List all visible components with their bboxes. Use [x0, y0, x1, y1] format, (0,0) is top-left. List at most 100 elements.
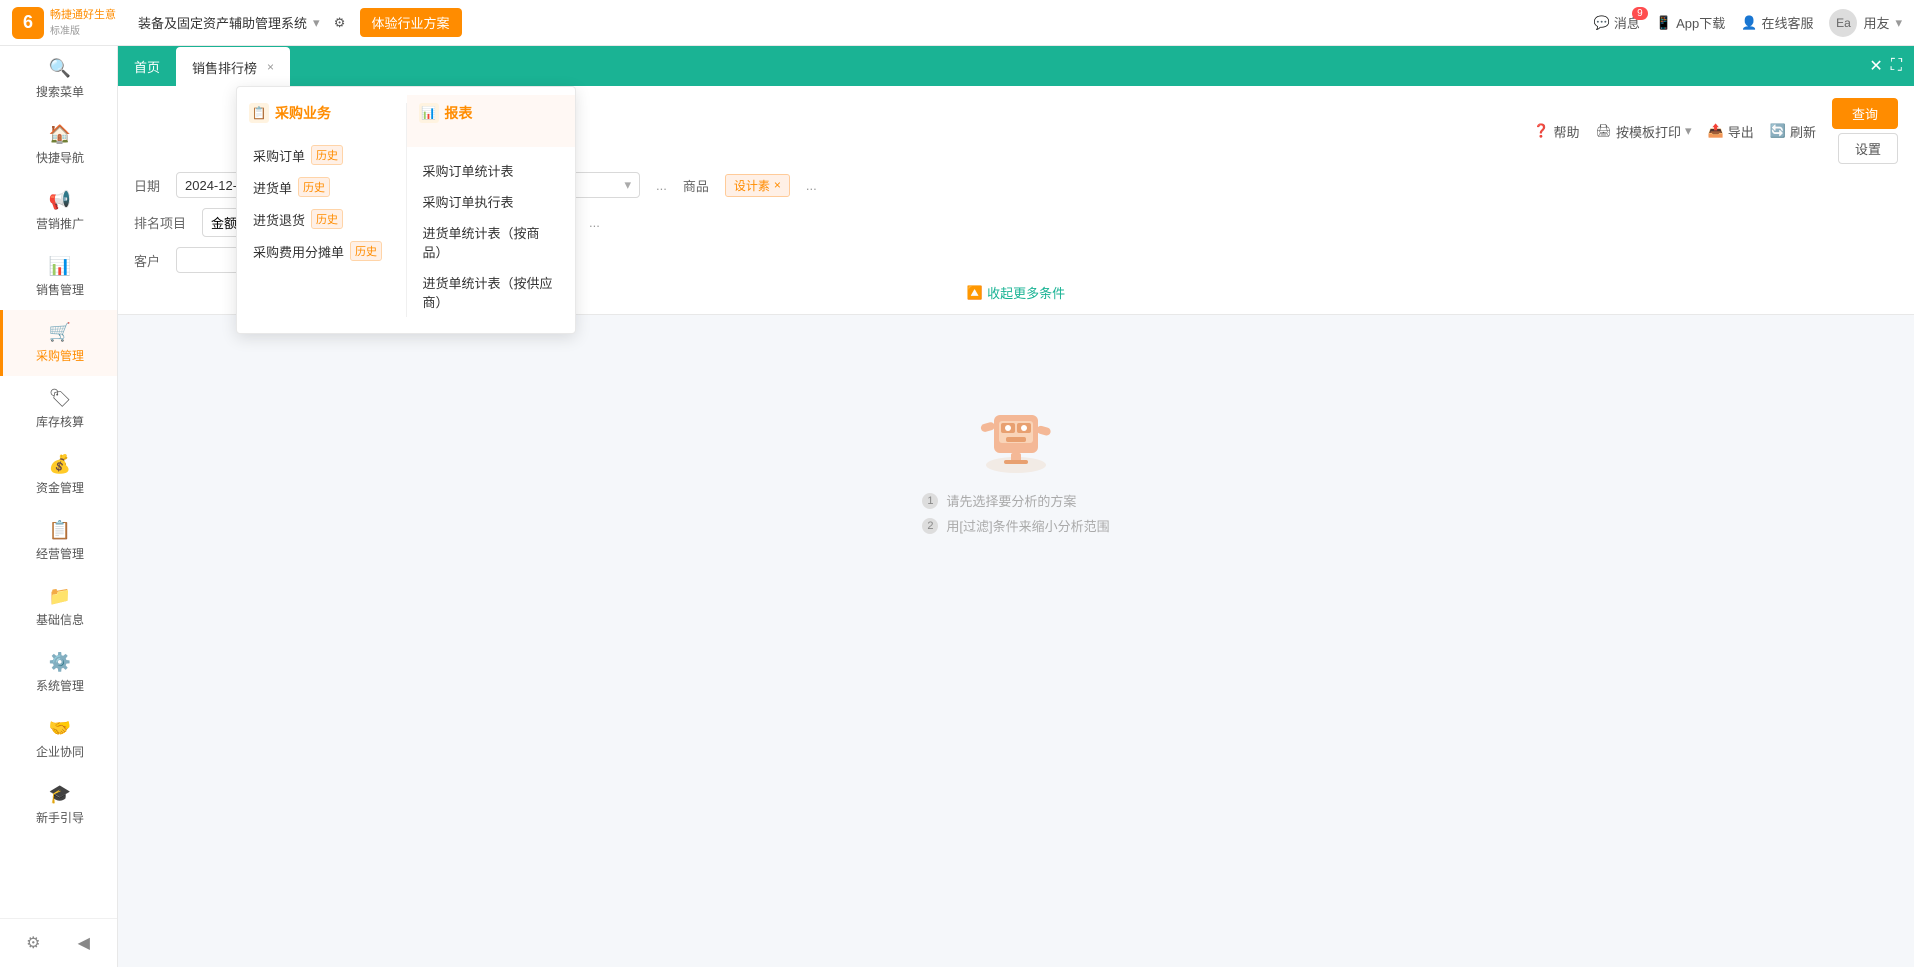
close-window-icon[interactable]: ✕ — [1869, 56, 1882, 76]
report-col-label: 报表 — [445, 103, 473, 123]
sidebar-item-guide[interactable]: 🎓 新手引导 — [0, 772, 117, 838]
user-area[interactable]: Ea 用友 ▾ — [1829, 9, 1902, 37]
sidebar-item-search[interactable]: 🔍 搜索菜单 — [0, 46, 117, 112]
online-service-label: 在线客服 — [1761, 13, 1813, 32]
report-3-label: 进货单统计表（按商品） — [423, 223, 560, 261]
dropdown-report-2[interactable]: 采购订单执行表 — [419, 186, 564, 217]
settings-btn[interactable]: 设置 — [1838, 133, 1898, 164]
empty-tip-1: 1 请先选择要分析的方案 — [922, 491, 1109, 510]
inventory-icon: 🏷 — [49, 388, 72, 409]
tip-text-1: 请先选择要分析的方案 — [946, 491, 1076, 510]
goods-tag-close[interactable]: × — [774, 178, 781, 192]
sidebar-label-system: 系统管理 — [36, 677, 84, 694]
print-label: 按模板打印 — [1616, 122, 1681, 141]
report-col: 📊 报表 采购订单统计表 采购订单执行表 进货单统计表（按商品） 进货单 — [407, 95, 576, 325]
sidebar-label-purchase: 采购管理 — [36, 347, 84, 364]
tab-home[interactable]: 首页 — [118, 46, 176, 86]
sidebar-item-quick-nav[interactable]: 🏠 快捷导航 — [0, 112, 117, 178]
sidebar-bottom: ⚙ ◀ — [0, 918, 117, 967]
basic-icon: 📁 — [49, 586, 71, 607]
doc-status-dots[interactable]: ... — [656, 178, 667, 193]
sidebar-collapse-btn[interactable]: ◀ — [68, 927, 100, 959]
report-col-title: 📊 报表 — [419, 103, 564, 129]
dropdown-report-1[interactable]: 采购订单统计表 — [419, 155, 564, 186]
sidebar-item-finance[interactable]: 💰 资金管理 — [0, 442, 117, 508]
sidebar-item-system[interactable]: ⚙️ 系统管理 — [0, 640, 117, 706]
dropdown-receipt[interactable]: 进货单 历史 — [249, 171, 394, 203]
home-icon: 🏠 — [49, 124, 71, 145]
cooperation-icon: 🤝 — [49, 718, 71, 739]
sidebar-settings-btn[interactable]: ⚙ — [17, 927, 49, 959]
sidebar-item-purchase[interactable]: 🛒 采购管理 — [0, 310, 117, 376]
tab-sales-rank[interactable]: 销售排行榜 × — [176, 47, 290, 87]
sidebar-item-operations[interactable]: 📋 经营管理 — [0, 508, 117, 574]
customer-label: 客户 — [134, 251, 160, 270]
empty-state: 1 请先选择要分析的方案 2 用[过滤]条件来缩小分析范围 — [118, 315, 1914, 621]
export-btn[interactable]: 📤 导出 — [1708, 122, 1754, 141]
goods-tag-text: 设计素 — [734, 177, 770, 194]
print-icon: 🖨 — [1596, 123, 1613, 139]
empty-tip-2: 2 用[过滤]条件来缩小分析范围 — [922, 516, 1109, 535]
marketing-icon: 📢 — [49, 190, 71, 211]
print-btn[interactable]: 🖨 按模板打印 ▾ — [1596, 122, 1692, 141]
sidebar-item-sales[interactable]: 📊 销售管理 — [0, 244, 117, 310]
logo-text-area: 畅捷通好生意 标准版 — [50, 8, 116, 37]
receipt-history: 历史 — [298, 177, 330, 197]
dropdown-purchase-order[interactable]: 采购订单 历史 — [249, 139, 394, 171]
expense-label: 采购费用分摊单 — [253, 242, 344, 261]
purchase-col-title: 📋 采购业务 — [249, 103, 394, 129]
sidebar-item-basic[interactable]: 📁 基础信息 — [0, 574, 117, 640]
header-actions: 💬 消息 9 📱 App下载 👤 在线客服 Ea 用友 ▾ — [1594, 9, 1902, 37]
sidebar-label-inventory: 库存核算 — [36, 413, 84, 430]
collapse-label: 收起更多条件 — [987, 283, 1065, 302]
dropdown-expense[interactable]: 采购费用分摊单 历史 — [249, 235, 394, 267]
goods-dots[interactable]: ... — [806, 178, 817, 193]
sidebar: 🔍 搜索菜单 🏠 快捷导航 📢 营销推广 📊 销售管理 🛒 采购管理 🏷 库存核… — [0, 46, 118, 967]
user-avatar: Ea — [1829, 9, 1857, 37]
dropdown-report-3[interactable]: 进货单统计表（按商品） — [419, 217, 564, 267]
purchase-col-label: 采购业务 — [275, 103, 331, 123]
sidebar-item-cooperation[interactable]: 🤝 企业协同 — [0, 706, 117, 772]
export-label: 导出 — [1728, 122, 1754, 141]
purchase-col: 📋 采购业务 采购订单 历史 进货单 历史 进货退货 历史 — [237, 95, 406, 325]
refresh-btn[interactable]: 🔄 刷新 — [1770, 122, 1816, 141]
sidebar-label-search: 搜索菜单 — [36, 83, 84, 100]
query-btn[interactable]: 查询 — [1832, 98, 1898, 129]
purchase-order-history: 历史 — [311, 145, 343, 165]
guide-icon: 🎓 — [49, 784, 71, 805]
operations-icon: 📋 — [49, 520, 71, 541]
help-btn[interactable]: ❓ 帮助 — [1533, 122, 1579, 141]
purchase-order-label: 采购订单 — [253, 146, 305, 165]
return-history: 历史 — [311, 209, 343, 229]
sidebar-label-operations: 经营管理 — [36, 545, 84, 562]
salesman-dots[interactable]: ... — [589, 215, 600, 230]
sidebar-item-inventory[interactable]: 🏷 库存核算 — [0, 376, 117, 442]
dropdown-report-4[interactable]: 进货单统计表（按供应商） — [419, 267, 564, 317]
fullscreen-icon[interactable]: ⛶ — [1891, 57, 1902, 75]
report-4-label: 进货单统计表（按供应商） — [423, 273, 560, 311]
print-dropdown-icon: ▾ — [1685, 123, 1692, 139]
sidebar-label-marketing: 营销推广 — [36, 215, 84, 232]
header-settings-btn[interactable]: ⚙ — [326, 9, 354, 37]
system-title: 装备及固定资产辅助管理系统 — [138, 13, 307, 32]
rank-value: 金额 — [211, 213, 237, 232]
industry-btn[interactable]: 体验行业方案 — [360, 8, 462, 37]
return-label: 进货退货 — [253, 210, 305, 229]
date-label: 日期 — [134, 176, 160, 195]
app-download-btn[interactable]: 📱 App下载 — [1656, 13, 1725, 32]
sidebar-label-basic: 基础信息 — [36, 611, 84, 628]
sidebar-item-marketing[interactable]: 📢 营销推广 — [0, 178, 117, 244]
dropdown-arrow-icon[interactable]: ▾ — [313, 15, 320, 31]
user-dropdown-icon: ▾ — [1895, 15, 1902, 31]
message-btn[interactable]: 💬 消息 9 — [1594, 13, 1640, 32]
sidebar-label-sales: 销售管理 — [36, 281, 84, 298]
tab-close-icon[interactable]: × — [267, 60, 274, 74]
online-service-btn[interactable]: 👤 在线客服 — [1741, 13, 1813, 32]
report-col-header-bg: 📊 报表 — [407, 95, 576, 147]
dropdown-return[interactable]: 进货退货 历史 — [249, 203, 394, 235]
export-icon: 📤 — [1708, 123, 1724, 139]
rank-label: 排名项目 — [134, 213, 186, 232]
report-col-icon: 📊 — [419, 103, 439, 123]
system-icon: ⚙️ — [49, 652, 71, 673]
sales-rank-tab-label: 销售排行榜 — [192, 58, 257, 77]
